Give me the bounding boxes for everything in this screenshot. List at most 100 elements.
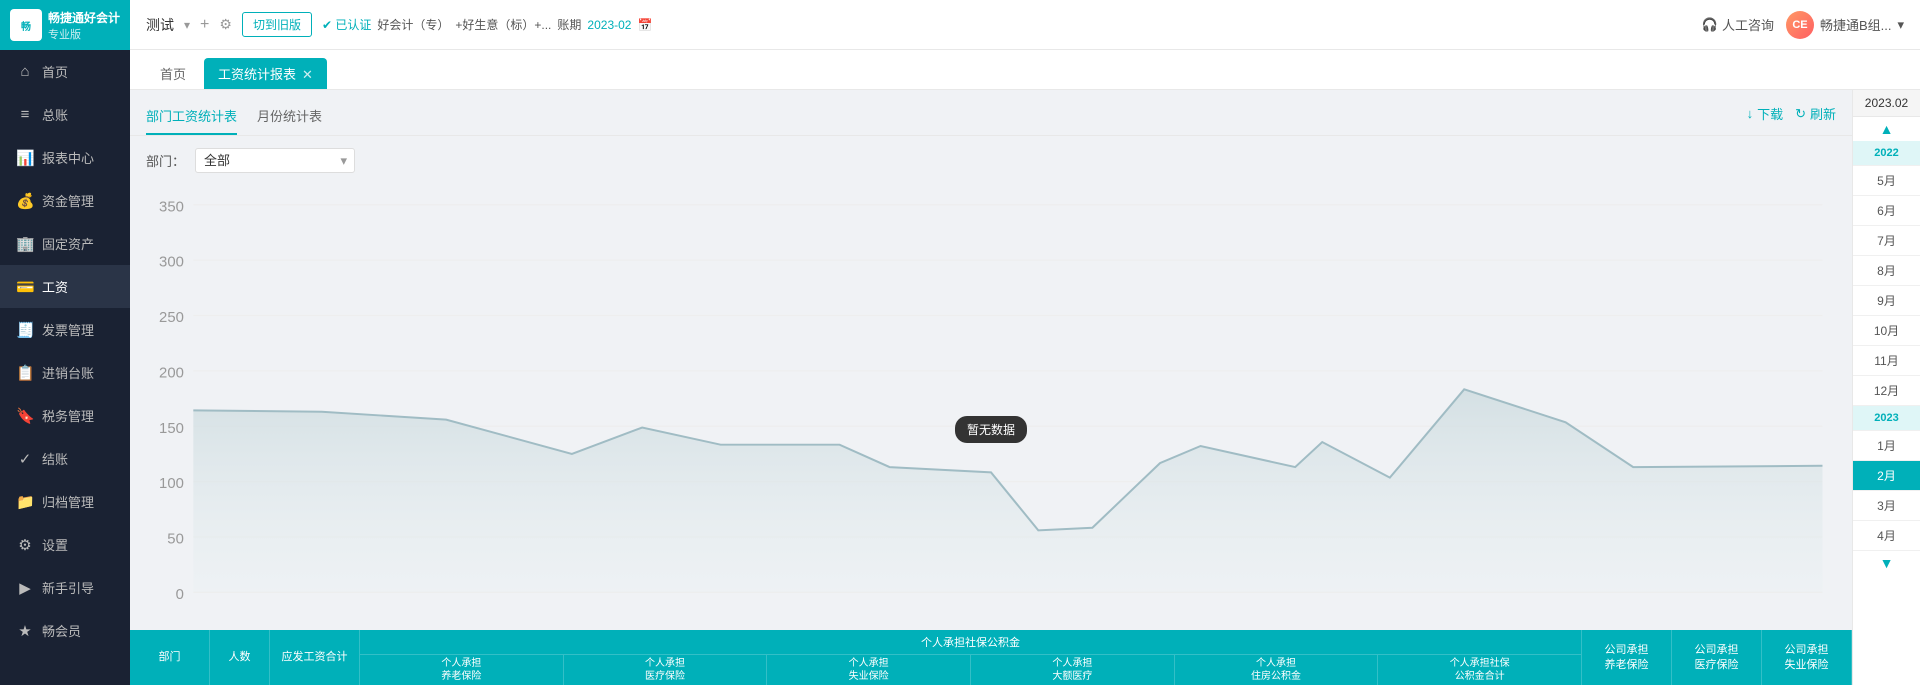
sidebar-item-label: 首页 xyxy=(42,62,68,81)
rp-next-btn[interactable]: ▼ xyxy=(1853,551,1920,575)
rp-year-2022: 2022 xyxy=(1853,141,1920,166)
home-icon: ⌂ xyxy=(16,63,34,80)
sidebar-item-assets[interactable]: 🏢固定资产 xyxy=(0,222,130,265)
ledger-icon: ≡ xyxy=(16,106,34,123)
sidebar-items: ⌂ 首页 ≡ 总账 📊 报表中心 💰 资金管理 🏢固定资产💳工资🧾发票管理📋进销台账🔖税务管理✓… xyxy=(0,50,130,652)
rp-month-2022-9月[interactable]: 9月 xyxy=(1853,286,1920,316)
rp-month-2022-7月[interactable]: 7月 xyxy=(1853,226,1920,256)
tab-label: 工资统计报表 xyxy=(218,67,296,82)
rp-prev-btn[interactable]: ▲ xyxy=(1853,117,1920,141)
svg-text:300: 300 xyxy=(159,255,184,271)
th-personal-unemployment: 个人承担失业保险 xyxy=(767,655,971,685)
sidebar-item-tax[interactable]: 🔖税务管理 xyxy=(0,394,130,437)
sidebar-item-member[interactable]: ★畅会员 xyxy=(0,609,130,652)
tabbar: 首页 工资统计报表 ✕ xyxy=(130,50,1920,90)
rp-month-2022-10月[interactable]: 10月 xyxy=(1853,316,1920,346)
topbar-project: 测试 xyxy=(146,15,174,35)
th-personal-major-medical: 个人承担大额医疗 xyxy=(971,655,1175,685)
th-personal-pension: 个人承担养老保险 xyxy=(360,655,564,685)
svg-text:250: 250 xyxy=(159,310,184,326)
sidebar-item-label: 结账 xyxy=(42,449,68,468)
rp-year-2023: 2023 xyxy=(1853,406,1920,431)
svg-text:150: 150 xyxy=(159,421,184,437)
main-content: 测试 ▾ + ⚙ 切到旧版 ✔ 已认证 好会计（专） +好生意（标）+... 账… xyxy=(130,0,1920,685)
download-btn[interactable]: ↓ 下载 xyxy=(1747,104,1784,123)
consult-btn[interactable]: 🎧 人工咨询 xyxy=(1702,15,1774,34)
sidebar-item-funds[interactable]: 💰 资金管理 xyxy=(0,179,130,222)
add-icon[interactable]: + xyxy=(200,16,209,34)
logo-text: 畅捷通好会计 专业版 xyxy=(48,9,120,42)
tabs-container: 首页 工资统计报表 ✕ xyxy=(146,58,327,89)
sidebar-item-invoice[interactable]: 🧾发票管理 xyxy=(0,308,130,351)
settings-icon[interactable]: ⚙ xyxy=(219,16,232,33)
th-dept: 部门 xyxy=(130,630,210,685)
certified-badge: ✔ 已认证 xyxy=(322,16,371,33)
calendar-icon[interactable]: 📅 xyxy=(637,18,652,32)
sidebar-item-label: 新手引导 xyxy=(42,578,94,597)
sidebar-item-label: 进销台账 xyxy=(42,363,94,382)
sidebar-item-settings[interactable]: ⚙设置 xyxy=(0,523,130,566)
sidebar-item-reports[interactable]: 📊 报表中心 xyxy=(0,136,130,179)
th-personal-housing: 个人承担住房公积金 xyxy=(1175,655,1379,685)
table-header: 部门 人数 应发工资合计 个人承担社保公积金 个人承担养老保险 个人承担医疗保险… xyxy=(130,630,1852,685)
salary-icon: 💳 xyxy=(16,278,34,296)
refresh-btn[interactable]: ↻ 刷新 xyxy=(1795,104,1836,123)
rp-month-2022-8月[interactable]: 8月 xyxy=(1853,256,1920,286)
sidebar-item-label: 资金管理 xyxy=(42,191,94,210)
sidebar-item-salary[interactable]: 💳工资 xyxy=(0,265,130,308)
rp-month-2023-3月[interactable]: 3月 xyxy=(1853,491,1920,521)
assets-icon: 🏢 xyxy=(16,235,34,253)
sidebar-item-checkout[interactable]: ✓结账 xyxy=(0,437,130,480)
content-inner: 部门工资统计表月份统计表 ↓ 下载 ↻ 刷新 部门： 全部财 xyxy=(130,90,1920,685)
rp-month-2022-6月[interactable]: 6月 xyxy=(1853,196,1920,226)
sidebar-item-home[interactable]: ⌂ 首页 xyxy=(0,50,130,93)
archive-icon: 📁 xyxy=(16,493,34,511)
topbar-arrow: ▾ xyxy=(184,18,190,32)
rp-month-2023-4月[interactable]: 4月 xyxy=(1853,521,1920,551)
rp-month-2022-5月[interactable]: 5月 xyxy=(1853,166,1920,196)
rp-month-2022-11月[interactable]: 11月 xyxy=(1853,346,1920,376)
rp-month-2023-1月[interactable]: 1月 xyxy=(1853,431,1920,461)
funds-icon: 💰 xyxy=(16,192,34,210)
sidebar-item-label: 归档管理 xyxy=(42,492,94,511)
dept-select-wrap: 全部财务部销售部技术部行政部 ▾ xyxy=(195,148,355,173)
subtab-monthly[interactable]: 月份统计表 xyxy=(257,100,322,135)
tab-label: 首页 xyxy=(160,67,186,82)
th-personal-cols: 个人承担养老保险 个人承担医疗保险 个人承担失业保险 个人承担大额医疗 个人承担… xyxy=(360,655,1581,685)
user-menu[interactable]: CE 畅捷通B组... ▾ xyxy=(1786,11,1904,39)
subtab-dept[interactable]: 部门工资统计表 xyxy=(146,100,237,135)
headset-icon: 🎧 xyxy=(1702,17,1718,33)
sidebar-item-label: 设置 xyxy=(42,535,68,554)
rp-month-2022-12月[interactable]: 12月 xyxy=(1853,376,1920,406)
dept-select[interactable]: 全部财务部销售部技术部行政部 xyxy=(195,148,355,173)
th-personal-medical: 个人承担医疗保险 xyxy=(564,655,768,685)
reports-icon: 📊 xyxy=(16,149,34,167)
tab-close-icon[interactable]: ✕ xyxy=(302,67,313,82)
sidebar-item-label: 报表中心 xyxy=(42,148,94,167)
th-personal-group: 个人承担社保公积金 个人承担养老保险 个人承担医疗保险 个人承担失业保险 个人承… xyxy=(360,630,1582,685)
sidebar-item-label: 总账 xyxy=(42,105,68,124)
sidebar-item-ledger[interactable]: ≡ 总账 xyxy=(0,93,130,136)
filter-bar: 部门： 全部财务部销售部技术部行政部 ▾ xyxy=(130,136,1852,185)
sidebar-item-archive[interactable]: 📁 归档管理 xyxy=(0,480,130,523)
download-icon: ↓ xyxy=(1747,106,1754,121)
sidebar-item-sales[interactable]: 📋进销台账 xyxy=(0,351,130,394)
svg-text:100: 100 xyxy=(159,476,184,492)
switch-old-btn[interactable]: 切到旧版 xyxy=(242,12,312,37)
invoice-icon: 🧾 xyxy=(16,321,34,339)
guide-icon: ▶ xyxy=(16,579,34,597)
th-personal-total: 个人承担社保公积金合计 xyxy=(1378,655,1581,685)
tab-home[interactable]: 首页 xyxy=(146,58,200,89)
rp-month-list: 20225月6月7月8月9月10月11月12月20231月2月3月4月 xyxy=(1853,141,1920,551)
avatar: CE xyxy=(1786,11,1814,39)
sidebar-item-label: 畅会员 xyxy=(42,621,81,640)
sidebar: 畅 畅捷通好会计 专业版 ⌂首页≡总账📊报表中心💰资金管理🏢固定资产💳工资🧾发票… xyxy=(0,0,130,685)
sidebar-item-guide[interactable]: ▶ 新手引导 xyxy=(0,566,130,609)
th-total-salary: 应发工资合计 xyxy=(270,630,360,685)
th-company-unemployment: 公司承担失业保险 xyxy=(1762,630,1852,685)
svg-text:0: 0 xyxy=(176,587,184,603)
tab-salary-report[interactable]: 工资统计报表 ✕ xyxy=(204,58,327,89)
content-main: 部门工资统计表月份统计表 ↓ 下载 ↻ 刷新 部门： 全部财 xyxy=(130,90,1852,685)
topbar-status: ✔ 已认证 好会计（专） +好生意（标）+... 账期 2023-02 📅 xyxy=(322,16,652,33)
rp-month-2023-2月[interactable]: 2月 xyxy=(1853,461,1920,491)
